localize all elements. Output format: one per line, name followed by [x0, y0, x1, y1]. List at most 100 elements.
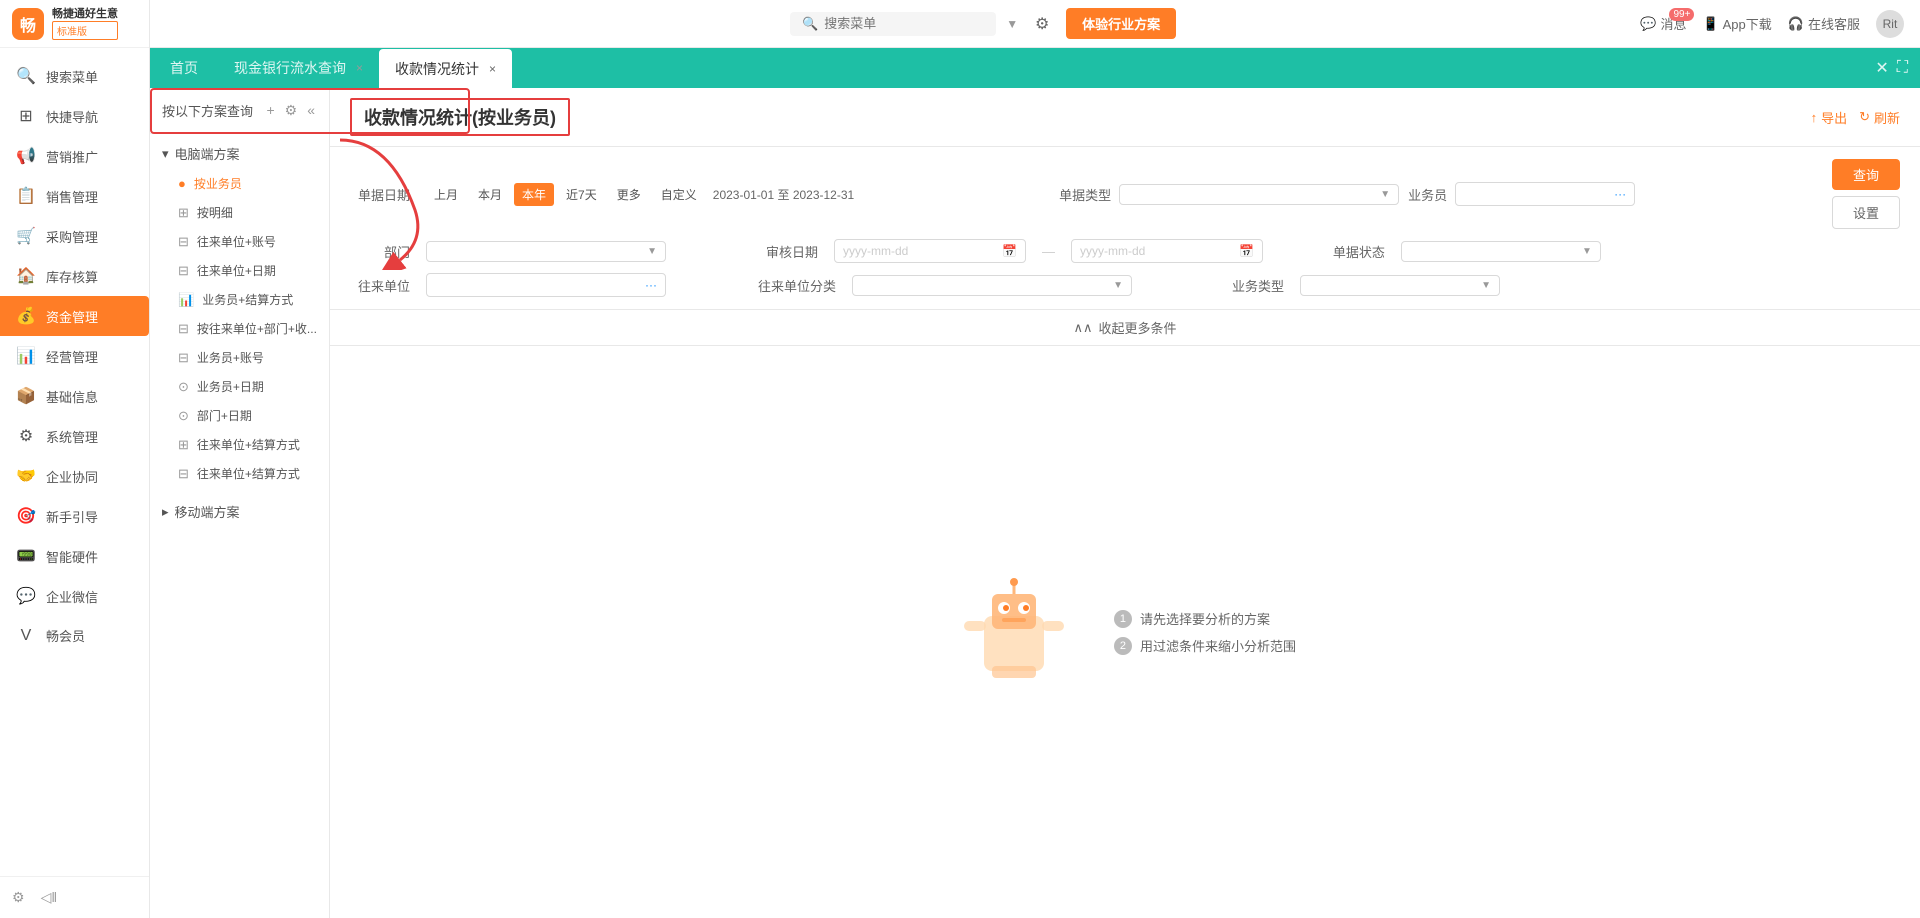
tab-bank-flow-close[interactable]: × [356, 61, 363, 75]
sidebar-item-marketing[interactable]: 📢 营销推广 [0, 136, 149, 176]
logo-icon: 畅 [12, 8, 44, 40]
scheme-item-by-salesman[interactable]: ● 按业务员 [150, 169, 329, 198]
query-button[interactable]: 查询 [1832, 159, 1900, 190]
app-download-btn[interactable]: 📱 App下载 [1702, 14, 1771, 33]
collapse-sidebar-btn[interactable]: ◁‖ [37, 885, 62, 910]
sidebar-item-system[interactable]: ⚙ 系统管理 [0, 416, 149, 456]
collapse-button[interactable]: ∧∧ 收起更多条件 [1073, 318, 1176, 337]
export-btn[interactable]: ↑ 导出 [1811, 108, 1848, 127]
scheme-item-partner-account[interactable]: ⊟ 往来单位+账号 [150, 227, 329, 256]
sidebar-item-finance[interactable]: 💰 资金管理 [0, 296, 149, 336]
partner-account-icon: ⊟ [178, 234, 189, 250]
empty-step-1: 1 请先选择要分析的方案 [1114, 609, 1296, 628]
member-icon: V [16, 627, 36, 645]
tab-bank-flow[interactable]: 现金银行流水查询 × [218, 48, 379, 88]
filter-area: 单据日期 上月 本月 本年 近7天 更多 自定义 2023-01-01 至 20… [330, 147, 1920, 310]
sidebar-item-wechat-label: 企业微信 [46, 587, 98, 606]
biz-type-select[interactable]: ▼ [1300, 275, 1500, 296]
tab-receipt-stats[interactable]: 收款情况统计 × [379, 49, 512, 89]
top-bar-right: 💬 消息 99+ 📱 App下载 🎧 在线客服 Rit [1640, 10, 1904, 38]
date-tab-more[interactable]: 更多 [609, 183, 649, 206]
partner-category-select[interactable]: ▼ [852, 275, 1132, 296]
scheme-item-dept-date[interactable]: ⊙ 部门+日期 [150, 401, 329, 430]
quicknav-icon: ⊞ [16, 106, 36, 126]
sidebar-item-guide[interactable]: 🎯 新手引导 [0, 496, 149, 536]
scheme-item-partner-settle2-label: 往来单位+结算方式 [197, 465, 300, 482]
sidebar-item-hardware[interactable]: 📟 智能硬件 [0, 536, 149, 576]
salesman-select[interactable]: ··· [1455, 182, 1635, 206]
scheme-section-desktop-header[interactable]: ▾ 电脑端方案 [150, 138, 329, 169]
refresh-label: 刷新 [1874, 108, 1900, 127]
scheme-item-by-detail[interactable]: ⊞ 按明细 [150, 198, 329, 227]
scheme-settings-btn[interactable]: ⚙ [283, 100, 300, 121]
sidebar-item-basic[interactable]: 📦 基础信息 [0, 376, 149, 416]
salesman-more-btn[interactable]: ··· [1614, 187, 1626, 201]
refresh-btn[interactable]: ↻ 刷新 [1859, 108, 1900, 127]
sidebar-item-inventory-label: 库存核算 [46, 267, 98, 286]
partner-more-btn[interactable]: ··· [645, 278, 657, 292]
sidebar-item-wechat[interactable]: 💬 企业微信 [0, 576, 149, 616]
page-title: 收款情况统计(按业务员) [350, 98, 570, 136]
doc-type-chevron: ▼ [1380, 189, 1390, 200]
sidebar-item-operation[interactable]: 📊 经营管理 [0, 336, 149, 376]
sidebar-item-search[interactable]: 🔍 搜索菜单 [0, 56, 149, 96]
query-actions: 查询 设置 [1832, 159, 1900, 229]
sidebar-item-finance-label: 资金管理 [46, 307, 98, 326]
scheme-item-salesman-settle[interactable]: 📊 业务员+结算方式 [150, 285, 329, 314]
scheme-item-partner-settle2[interactable]: ⊟ 往来单位+结算方式 [150, 459, 329, 488]
tab-home[interactable]: 首页 [150, 48, 218, 88]
sidebar-item-guide-label: 新手引导 [46, 507, 98, 526]
settings-bottom-btn[interactable]: ⚙ [8, 885, 29, 910]
sidebar-item-member[interactable]: V 畅会员 [0, 616, 149, 655]
partner-select[interactable]: ··· [426, 273, 666, 297]
scheme-item-partner-dept-recv[interactable]: ⊟ 按往来单位+部门+收... [150, 314, 329, 343]
date-tab-last-month[interactable]: 上月 [426, 183, 466, 206]
step-num-2: 2 [1114, 637, 1132, 655]
dept-select[interactable]: ▼ [426, 241, 666, 262]
scheme-header-actions: + ⚙ « [264, 100, 317, 121]
page-header: 收款情况统计(按业务员) ↑ 导出 ↻ 刷新 [330, 88, 1920, 147]
scheme-item-partner-date[interactable]: ⊟ 往来单位+日期 [150, 256, 329, 285]
user-avatar[interactable]: Rit [1876, 10, 1904, 38]
scheme-item-salesman-account[interactable]: ⊟ 业务员+账号 [150, 343, 329, 372]
sidebar-item-sales[interactable]: 📋 销售管理 [0, 176, 149, 216]
review-date-start-input[interactable] [843, 244, 998, 258]
partner-category-label: 往来单位分类 [758, 276, 836, 295]
date-tab-this-month[interactable]: 本月 [470, 183, 510, 206]
settings-icon[interactable]: ⚙ [1028, 10, 1056, 38]
scheme-add-btn[interactable]: + [264, 100, 276, 121]
refresh-icon: ↻ [1859, 109, 1870, 125]
desktop-expand-icon: ▾ [162, 146, 169, 162]
dropdown-arrow[interactable]: ▼ [1006, 17, 1018, 31]
sidebar-item-quicknav[interactable]: ⊞ 快捷导航 [0, 96, 149, 136]
calendar-icon-start: 📅 [1002, 244, 1017, 258]
scheme-item-partner-settle1[interactable]: ⊞ 往来单位+结算方式 [150, 430, 329, 459]
scheme-item-salesman-account-label: 业务员+账号 [197, 349, 264, 366]
online-service-btn[interactable]: 🎧 在线客服 [1788, 14, 1860, 33]
tab-receipt-stats-close[interactable]: × [489, 62, 496, 76]
sidebar-item-enterprise[interactable]: 🤝 企业协同 [0, 456, 149, 496]
date-tab-last7[interactable]: 近7天 [558, 183, 605, 206]
tab-fullscreen-btn[interactable]: ⛶ [1897, 59, 1908, 77]
settings-button[interactable]: 设置 [1832, 196, 1900, 229]
tab-close-all-btn[interactable]: ✕ [1875, 58, 1888, 78]
sidebar-item-inventory[interactable]: 🏠 库存核算 [0, 256, 149, 296]
empty-area: 1 请先选择要分析的方案 2 用过滤条件来缩小分析范围 [330, 346, 1920, 918]
filter-row-date: 单据日期 上月 本月 本年 近7天 更多 自定义 2023-01-01 至 20… [350, 159, 1900, 229]
search-input[interactable] [824, 16, 984, 31]
doc-type-select[interactable]: ▼ [1119, 184, 1399, 205]
sidebar-item-purchase[interactable]: 🛒 采购管理 [0, 216, 149, 256]
review-date-end-input[interactable] [1080, 244, 1235, 258]
doc-status-select[interactable]: ▼ [1401, 241, 1601, 262]
dept-label: 部门 [350, 242, 410, 261]
message-btn[interactable]: 💬 消息 99+ [1640, 14, 1686, 33]
scheme-section-mobile-header[interactable]: ▸ 移动端方案 [150, 496, 329, 527]
date-tab-custom[interactable]: 自定义 [653, 183, 705, 206]
date-tab-this-year[interactable]: 本年 [514, 183, 554, 206]
scheme-item-salesman-date[interactable]: ⊙ 业务员+日期 [150, 372, 329, 401]
scheme-item-partner-settle1-label: 往来单位+结算方式 [197, 436, 300, 453]
trial-button[interactable]: 体验行业方案 [1066, 8, 1176, 39]
system-icon: ⚙ [16, 426, 36, 446]
app-download-label: App下载 [1723, 14, 1772, 33]
scheme-collapse-btn[interactable]: « [305, 100, 317, 121]
